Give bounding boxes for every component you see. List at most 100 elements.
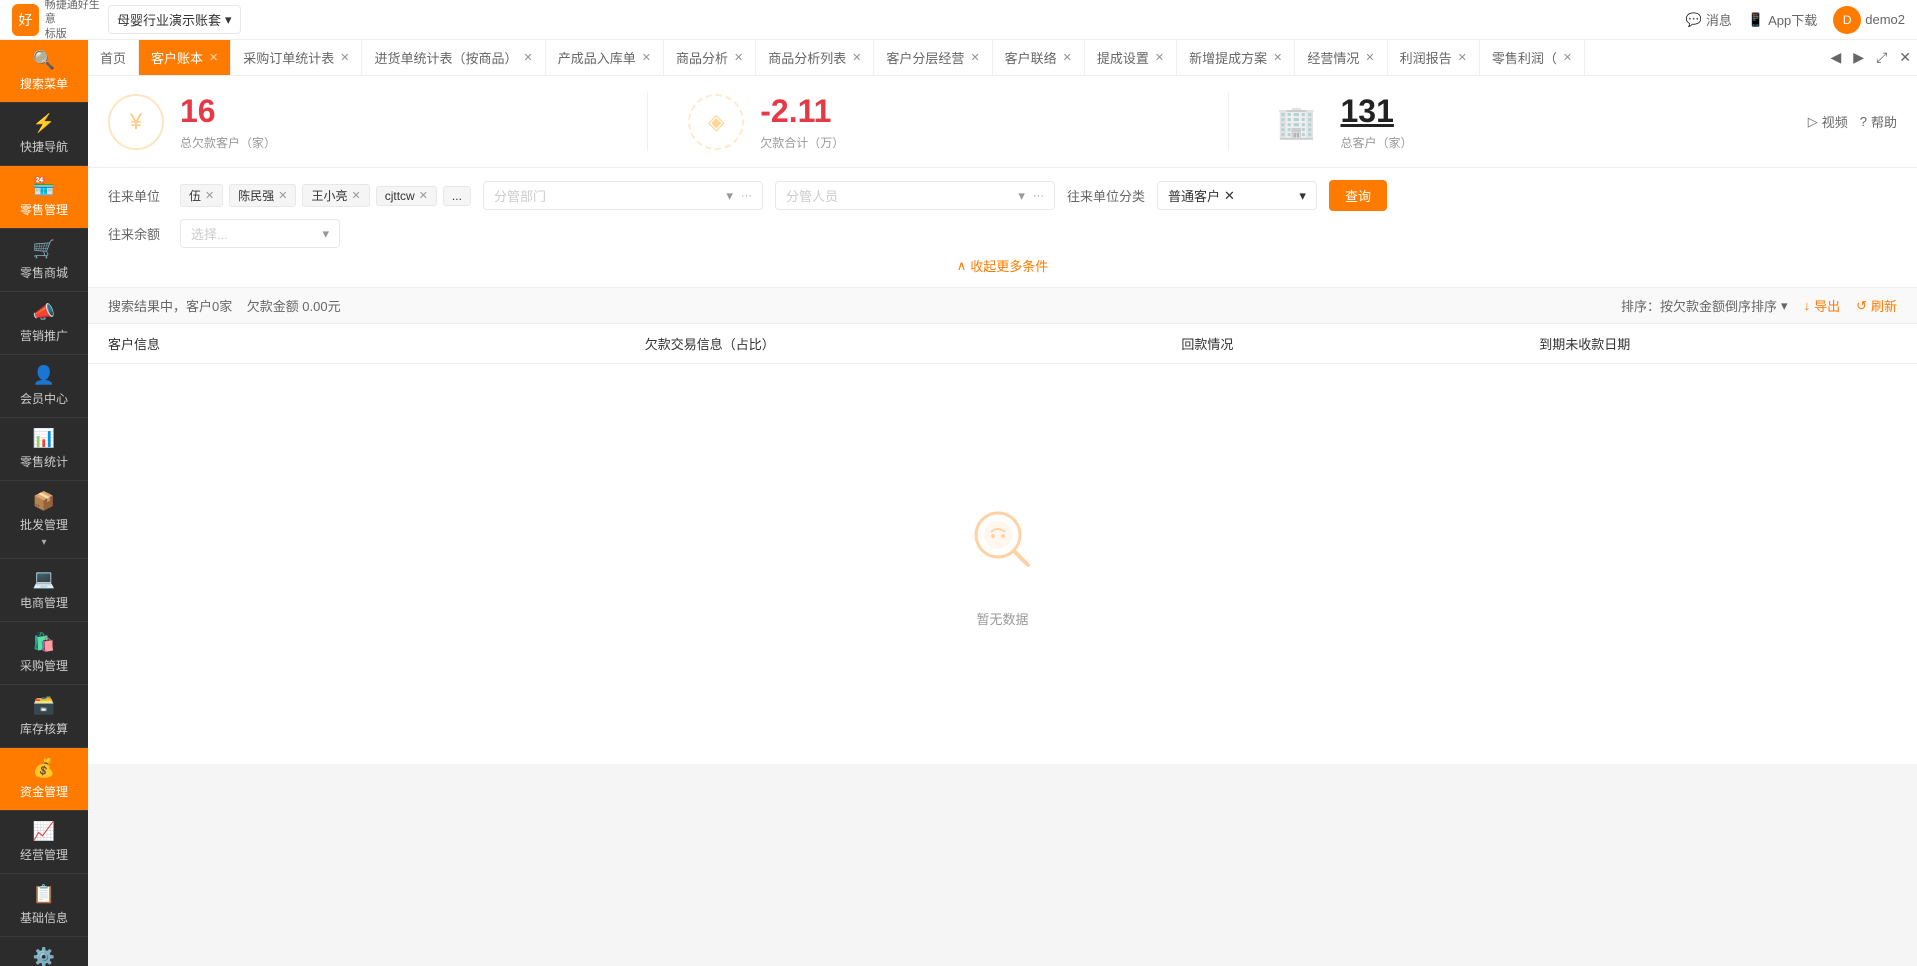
sidebar-item-retail-mall[interactable]: 🛒 零售商城: [0, 229, 88, 292]
query-button[interactable]: 查询: [1329, 180, 1387, 211]
store-selector[interactable]: 母婴行业演示账套 ▾: [108, 5, 241, 34]
help-button[interactable]: ? 帮助: [1860, 112, 1897, 131]
close-tab-icon[interactable]: ✕: [1063, 51, 1072, 64]
person-more-icon: ···: [1033, 190, 1044, 202]
app-download-button[interactable]: 📱 App下载: [1748, 10, 1817, 29]
sidebar-item-retail[interactable]: 🏪 零售管理: [0, 166, 88, 229]
filter-area: 往来单位 伍 ✕ 陈民强 ✕ 王小亮 ✕ cjttcw ✕: [88, 168, 1917, 288]
close-tab-icon[interactable]: ✕: [1458, 51, 1467, 64]
tab-close-all[interactable]: ✕: [1893, 40, 1917, 76]
batch-icon: 📦: [33, 491, 55, 512]
tab-business-status[interactable]: 经营情况 ✕: [1295, 40, 1387, 76]
avatar: D: [1833, 6, 1861, 34]
tab-scroll-left[interactable]: ◀: [1825, 40, 1848, 76]
close-tab-icon[interactable]: ✕: [970, 51, 979, 64]
close-tab-icon[interactable]: ✕: [734, 51, 743, 64]
tab-customer-tier[interactable]: 客户分层经营 ✕: [874, 40, 992, 76]
export-button[interactable]: ↓ 导出: [1804, 296, 1841, 315]
basic-icon: 📋: [33, 884, 55, 905]
filter-row-1: 往来单位 伍 ✕ 陈民强 ✕ 王小亮 ✕ cjttcw ✕: [108, 180, 1897, 211]
help-icon: ?: [1860, 114, 1867, 129]
logo-area: 好 畅捷通好生意 标版: [12, 0, 100, 41]
tab-retail-profit[interactable]: 零售利润（ ✕: [1480, 40, 1585, 76]
tab-customer-ledger[interactable]: 客户账本 ✕: [139, 40, 231, 76]
col-customer-info: 客户信息: [108, 334, 645, 353]
stat-total-debt: ◈ -2.11 欠款合计（万）: [647, 92, 1227, 151]
tag-cj-close[interactable]: ✕: [419, 189, 428, 202]
marketing-icon: 📣: [33, 302, 55, 323]
empty-icon: [963, 500, 1043, 597]
close-tab-icon[interactable]: ✕: [1365, 51, 1374, 64]
dept-select[interactable]: 分管部门 ▾ ···: [483, 181, 763, 210]
tab-purchase-order-stat[interactable]: 采购订单统计表 ✕: [231, 40, 362, 76]
tag-wang-close[interactable]: ✕: [351, 189, 360, 202]
tab-commission-settings[interactable]: 提成设置 ✕: [1085, 40, 1177, 76]
download-icon: 📱: [1748, 12, 1764, 28]
sidebar-item-search[interactable]: 🔍 搜索菜单: [0, 40, 88, 103]
tab-scroll-right[interactable]: ▶: [1847, 40, 1870, 76]
close-tab-icon[interactable]: ✕: [1563, 51, 1572, 64]
close-tab-icon[interactable]: ✕: [209, 51, 218, 64]
unit-type-close-icon[interactable]: ✕: [1224, 188, 1235, 204]
tag-chen-close[interactable]: ✕: [278, 189, 287, 202]
stat-value-customers: 131: [1341, 92, 1413, 130]
tab-maximize[interactable]: ⤢: [1870, 40, 1893, 76]
person-select[interactable]: 分管人员 ▾ ···: [775, 181, 1055, 210]
refresh-button[interactable]: ↺ 刷新: [1856, 296, 1897, 315]
close-tab-icon[interactable]: ✕: [1155, 51, 1164, 64]
video-button[interactable]: ▷ 视频: [1808, 112, 1848, 131]
tab-product-entry[interactable]: 产成品入库单 ✕: [546, 40, 664, 76]
tab-home[interactable]: 首页: [88, 40, 139, 76]
unit-type-select[interactable]: 普通客户 ✕ ▾: [1157, 181, 1317, 210]
sidebar-item-retail-stat[interactable]: 📊 零售统计: [0, 418, 88, 481]
tag-wu-close[interactable]: ✕: [205, 189, 214, 202]
sidebar-item-operation[interactable]: 📈 经营管理: [0, 811, 88, 874]
sort-chevron-icon: ▾: [1781, 298, 1788, 314]
logo-text: 畅捷通好生意 标版: [45, 0, 100, 41]
stat-value-debt: -2.11: [760, 92, 844, 130]
sidebar-item-batch[interactable]: 📦 批发管理 ▾: [0, 481, 88, 559]
table-body: 暂无数据: [88, 364, 1917, 764]
close-tab-icon[interactable]: ✕: [852, 51, 861, 64]
unit-tags: 伍 ✕ 陈民强 ✕ 王小亮 ✕ cjttcw ✕ ...: [180, 184, 471, 207]
user-profile[interactable]: D demo2: [1833, 6, 1905, 34]
tab-customer-contact[interactable]: 客户联络 ✕: [993, 40, 1085, 76]
expand-icon: ▾: [41, 537, 46, 548]
member-icon: 👤: [33, 365, 55, 386]
sidebar-item-purchase[interactable]: 🛍️ 采购管理: [0, 622, 88, 685]
tag-more[interactable]: ...: [443, 186, 471, 206]
table-header: 客户信息 欠款交易信息（占比） 回款情况 到期未收款日期: [88, 324, 1917, 364]
sidebar-item-quick[interactable]: ⚡ 快捷导航: [0, 103, 88, 166]
tab-goods-entry-stat[interactable]: 进货单统计表（按商品） ✕: [362, 40, 545, 76]
close-tab-icon[interactable]: ✕: [1273, 51, 1282, 64]
close-tab-icon[interactable]: ✕: [340, 51, 349, 64]
sidebar-item-system[interactable]: ⚙️ 系统管理: [0, 937, 88, 966]
tab-new-commission[interactable]: 新增提成方案 ✕: [1177, 40, 1295, 76]
balance-label: 往来余额: [108, 224, 168, 243]
message-button[interactable]: 💬 消息: [1686, 10, 1732, 29]
dept-chevron-icon: ▾: [726, 188, 733, 204]
collapse-button[interactable]: ∧ 收起更多条件: [957, 256, 1049, 275]
result-info: 搜索结果中，客户0家 欠款金额 0.00元: [108, 296, 341, 315]
col-payment-status: 回款情况: [1181, 334, 1539, 353]
close-tab-icon[interactable]: ✕: [642, 51, 651, 64]
sidebar-item-basic[interactable]: 📋 基础信息: [0, 874, 88, 937]
search-icon: 🔍: [33, 50, 55, 71]
sidebar-item-ecommerce[interactable]: 💻 电商管理: [0, 559, 88, 622]
balance-select[interactable]: 选择... ▾: [180, 219, 340, 248]
close-tab-icon[interactable]: ✕: [524, 51, 533, 64]
unit-type-label: 往来单位分类: [1067, 186, 1145, 205]
tab-profit-report[interactable]: 利润报告 ✕: [1388, 40, 1480, 76]
tab-goods-analysis[interactable]: 商品分析 ✕: [664, 40, 756, 76]
sort-select[interactable]: 排序：按欠款金额倒序排序 ▾: [1621, 296, 1788, 315]
collapse-up-icon: ∧: [957, 258, 967, 274]
sidebar-item-marketing[interactable]: 📣 营销推广: [0, 292, 88, 355]
tab-goods-analysis-list[interactable]: 商品分析列表 ✕: [756, 40, 874, 76]
dept-more-icon: ···: [741, 190, 752, 202]
sidebar-item-finance[interactable]: 💰 资金管理: [0, 748, 88, 811]
sidebar-item-member[interactable]: 👤 会员中心: [0, 355, 88, 418]
tag-chen: 陈民强 ✕: [229, 184, 296, 207]
chevron-down-icon: ▾: [225, 12, 232, 28]
stat-value-debtors: 16: [180, 92, 276, 130]
sidebar-item-inventory[interactable]: 🗃️ 库存核算: [0, 685, 88, 748]
